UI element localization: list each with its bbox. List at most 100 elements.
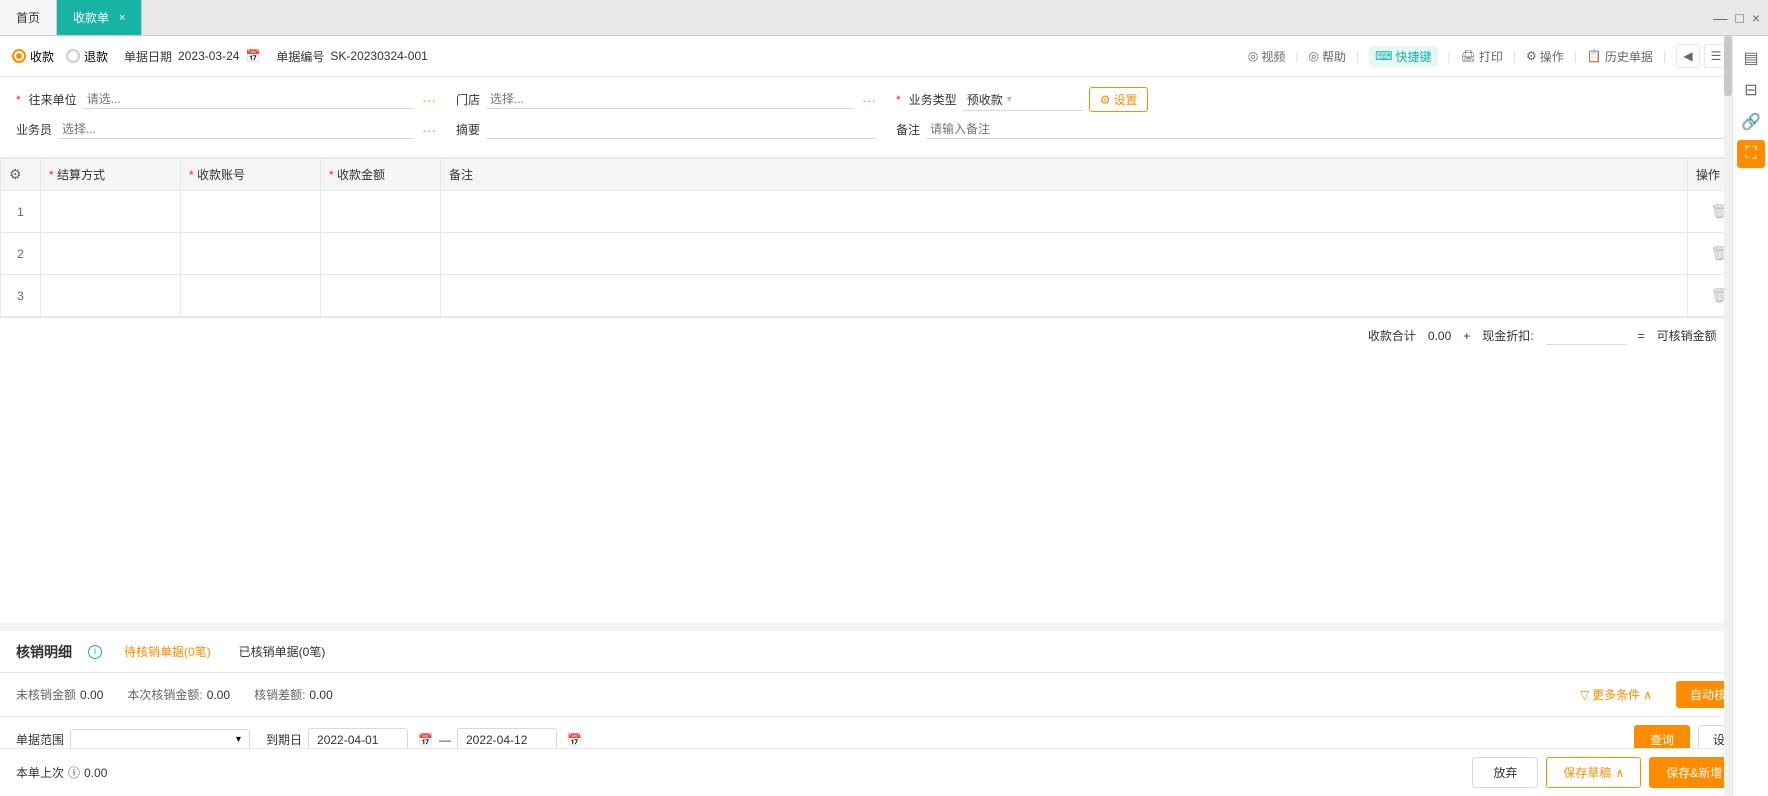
- available-label: 可核销金额: [1657, 327, 1717, 344]
- date-calendar-icon[interactable]: 📅: [245, 49, 260, 63]
- row-2-account[interactable]: [181, 233, 321, 275]
- sidebar-icon-1[interactable]: ▤: [1737, 44, 1765, 72]
- print-btn[interactable]: 🖨 打印: [1461, 48, 1503, 65]
- row-2-note[interactable]: [441, 233, 1688, 275]
- row-3-note[interactable]: [441, 275, 1688, 317]
- shortcut-icon: ⌨: [1375, 49, 1392, 63]
- divider1: |: [1295, 49, 1298, 63]
- staff-input[interactable]: [58, 120, 414, 139]
- print-icon: 🖨: [1461, 49, 1476, 63]
- radio-receipt-label: 收款: [30, 48, 54, 65]
- col-settlement-header: * 结算方式: [41, 159, 181, 191]
- row-3-settlement[interactable]: [41, 275, 181, 317]
- summary-input[interactable]: [486, 120, 876, 139]
- business-type-field: * 业务类型 预收款 ▾ ⚙ 设置: [896, 87, 1752, 112]
- radio-receipt[interactable]: 收款: [12, 48, 54, 65]
- counterpart-input[interactable]: [83, 90, 414, 109]
- col-account-header: * 收款账号: [181, 159, 321, 191]
- settings-label: 设置: [1113, 91, 1137, 108]
- help-btn[interactable]: ◎ 帮助: [1309, 48, 1347, 65]
- table-gear-icon[interactable]: ⚙: [9, 166, 22, 182]
- minimize-icon[interactable]: —: [1713, 10, 1727, 26]
- range-select[interactable]: ▾: [70, 729, 250, 750]
- gear-icon: ⚙: [1100, 93, 1111, 107]
- date-to-calendar-icon[interactable]: 📅: [567, 733, 582, 747]
- prev-icon[interactable]: ◀: [1676, 44, 1700, 68]
- core-header: 核销明细 i 待核销单据(0笔) 已核销单据(0笔): [0, 631, 1768, 673]
- save-new-label: 保存&新增: [1666, 764, 1722, 781]
- core-title: 核销明细: [16, 642, 72, 662]
- save-draft-btn[interactable]: 保存草稿 ∧: [1546, 757, 1641, 788]
- sidebar-icon-2[interactable]: ⊟: [1737, 76, 1765, 104]
- row-1-amount[interactable]: [321, 191, 441, 233]
- row-1-settlement[interactable]: [41, 191, 181, 233]
- date-from-calendar-icon[interactable]: 📅: [418, 733, 433, 747]
- tab-active[interactable]: 收款单 ×: [57, 0, 142, 35]
- more-conditions-btn[interactable]: ▽ 更多条件 ∧: [1580, 686, 1652, 703]
- total-value: 0.00: [1428, 329, 1451, 343]
- main-content: 收款 退款 单据日期 2023-03-24 📅 单据编号 SK-20230324…: [0, 36, 1768, 796]
- counterpart-more-icon[interactable]: ···: [422, 92, 436, 108]
- cash-discount-input[interactable]: [1546, 326, 1626, 345]
- video-btn[interactable]: ◎ 视频: [1248, 48, 1286, 65]
- print-label: 打印: [1479, 48, 1503, 65]
- chevron-down-icon: ▾: [1007, 94, 1012, 105]
- store-more-icon[interactable]: ···: [862, 92, 876, 108]
- row-1-account[interactable]: [181, 191, 321, 233]
- table-header-row: ⚙ * 结算方式 * 收款账号 * 收款金额 备注: [1, 159, 1768, 191]
- right-sidebar: ▤ ⊟ 🔗 ⛶: [1732, 36, 1768, 796]
- row-3-amount[interactable]: [321, 275, 441, 317]
- done-tab[interactable]: 已核销单据(0笔): [233, 641, 332, 662]
- radio-refund[interactable]: 退款: [66, 48, 108, 65]
- shortcut-btn[interactable]: ⌨ 快捷键: [1369, 46, 1437, 67]
- counterpart-field: * 往来单位 ···: [16, 90, 436, 109]
- form-settings-btn[interactable]: ⚙ 设置: [1089, 87, 1149, 112]
- row-1-note[interactable]: [441, 191, 1688, 233]
- row-3-account[interactable]: [181, 275, 321, 317]
- staff-field: 业务员 ···: [16, 120, 436, 139]
- tab-bar-right: — □ ×: [1713, 10, 1768, 26]
- core-info-icon[interactable]: i: [88, 645, 102, 659]
- staff-more-icon[interactable]: ···: [422, 122, 436, 138]
- unverified-stat: 未核销金额 0.00: [16, 686, 103, 703]
- period-label: 本单上次: [16, 764, 64, 781]
- note-input[interactable]: [926, 120, 1752, 139]
- summary-row: 收款合计 0.00 + 现金折扣: = 可核销金额 0.00: [0, 317, 1768, 353]
- number-field: 单据编号 SK-20230324-001: [276, 48, 427, 65]
- history-btn[interactable]: 📋 历史单据: [1587, 48, 1653, 65]
- tab-close-icon[interactable]: ×: [119, 12, 125, 24]
- total-label: 收款合计: [1368, 327, 1416, 344]
- number-value: SK-20230324-001: [330, 49, 427, 63]
- table-row: 2 🗑 ⧉: [1, 233, 1768, 275]
- radio-receipt-dot: [12, 49, 26, 63]
- shortcut-label: 快捷键: [1395, 48, 1431, 65]
- note-field: 备注: [896, 120, 1752, 139]
- row-2-num: 2: [1, 233, 41, 275]
- window-close-icon[interactable]: ×: [1752, 10, 1760, 26]
- pending-tab[interactable]: 待核销单据(0笔): [118, 641, 217, 662]
- staff-label: 业务员: [16, 121, 52, 138]
- radio-refund-label: 退款: [84, 48, 108, 65]
- maximize-icon[interactable]: □: [1735, 10, 1743, 26]
- sidebar-icon-3[interactable]: 🔗: [1737, 108, 1765, 136]
- current-value: 0.00: [207, 688, 230, 702]
- row-2-settlement[interactable]: [41, 233, 181, 275]
- footer-info: 本单上次 ⓘ 0.00: [16, 764, 107, 781]
- sidebar-icon-4[interactable]: ⛶: [1737, 140, 1765, 168]
- discard-btn[interactable]: 放弃: [1472, 757, 1538, 788]
- business-type-select[interactable]: 预收款 ▾: [963, 89, 1083, 111]
- date-field: 单据日期 2023-03-24 📅: [124, 48, 260, 65]
- diff-value: 0.00: [309, 688, 332, 702]
- save-draft-label: 保存草稿: [1563, 764, 1611, 781]
- store-input[interactable]: [486, 90, 854, 109]
- footer-actions: 放弃 保存草稿 ∧ 保存&新增 ∧: [1472, 757, 1752, 788]
- section-divider: [0, 623, 1768, 631]
- tab-home-label: 首页: [16, 9, 40, 26]
- tab-home[interactable]: 首页: [0, 0, 57, 35]
- row-2-amount[interactable]: [321, 233, 441, 275]
- help-label: 帮助: [1322, 48, 1346, 65]
- operations-btn[interactable]: ⚙ 操作: [1526, 48, 1564, 65]
- period-info-icon[interactable]: ⓘ: [68, 764, 80, 781]
- table-area: ⚙ * 结算方式 * 收款账号 * 收款金额 备注: [0, 158, 1768, 623]
- scroll-thumb[interactable]: [1724, 36, 1732, 96]
